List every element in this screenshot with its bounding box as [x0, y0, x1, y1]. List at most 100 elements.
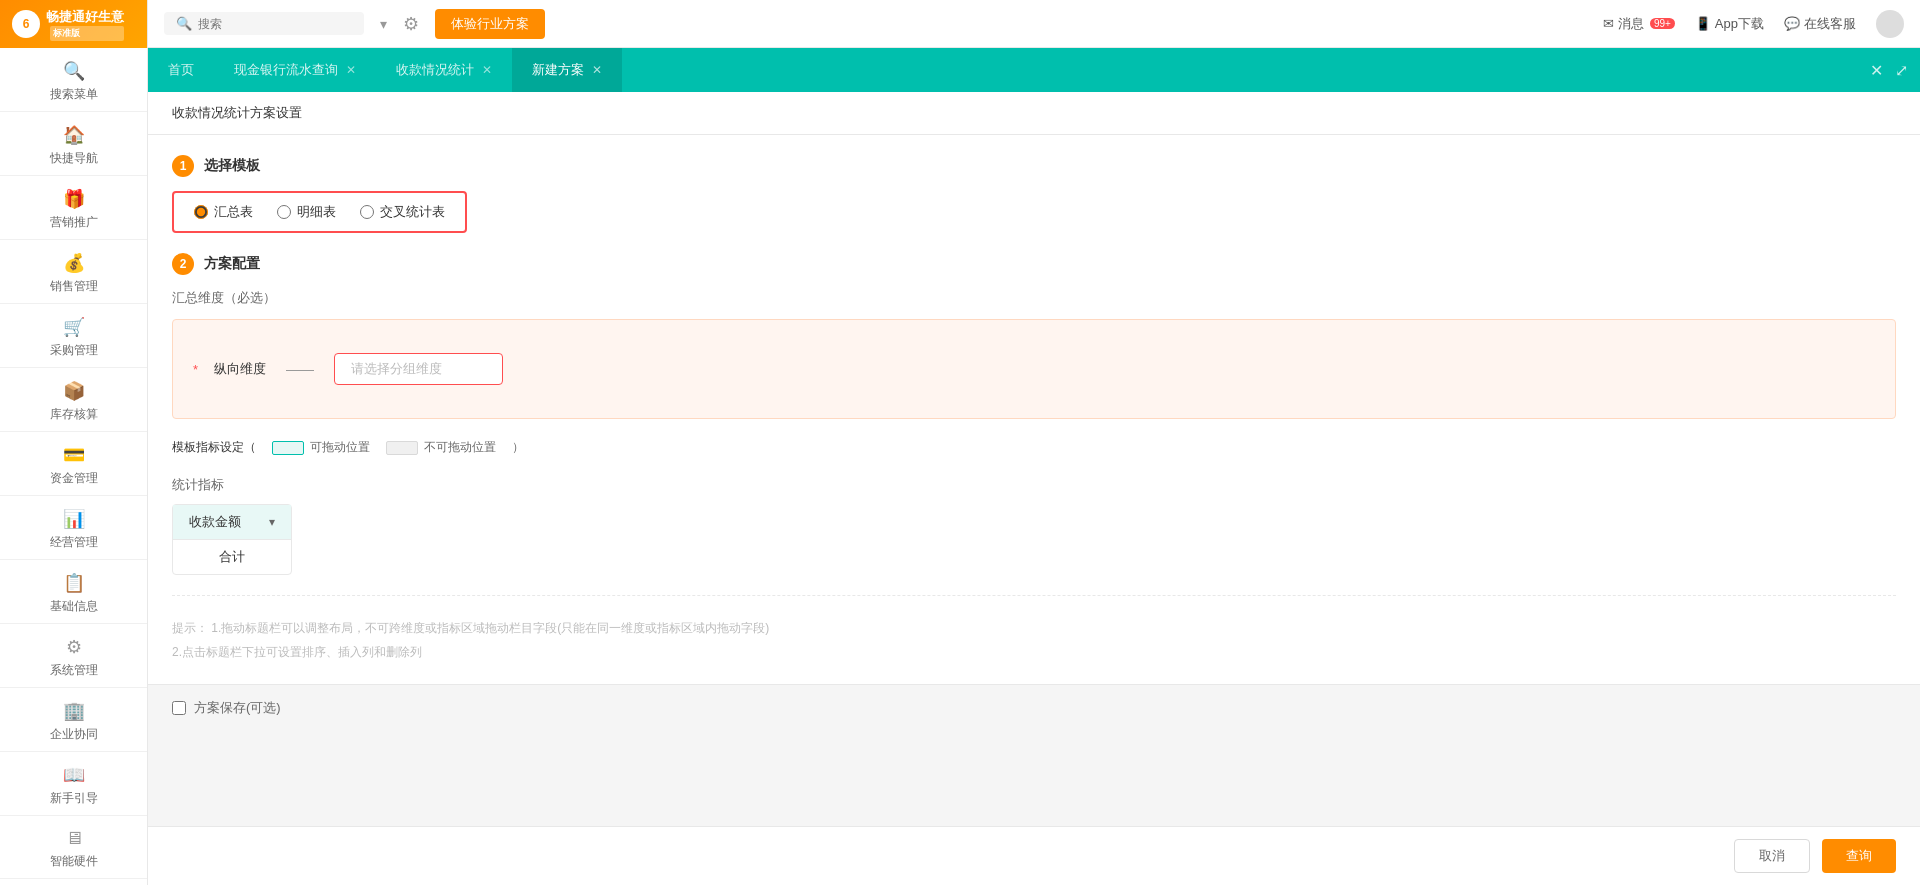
footer-bar: 取消 查询: [148, 826, 1920, 885]
radio-detail[interactable]: 明细表: [277, 203, 336, 221]
sidebar-item-operations[interactable]: 📊 经营管理: [0, 496, 147, 560]
tab-bank-flow[interactable]: 现金银行流水查询 ✕: [214, 48, 376, 92]
step2-label: 2 方案配置: [172, 253, 1896, 275]
sidebar-item-basic-info[interactable]: 📋 基础信息: [0, 560, 147, 624]
metrics-header: 收款金额 ▾: [173, 505, 291, 540]
system-icon: ⚙: [66, 636, 82, 658]
content-area: 1 选择模板 汇总表 明细表 交叉统计表: [148, 135, 1920, 684]
sidebar: 6 畅捷通好生意 标准版 🔍 搜索菜单 🏠 快捷导航 🎁 营销推广 💰 销售管理…: [0, 0, 148, 885]
sidebar-item-finance[interactable]: 💳 资金管理: [0, 432, 147, 496]
sidebar-item-sales[interactable]: 💰 销售管理: [0, 240, 147, 304]
tips-area: 提示： 1.拖动标题栏可以调整布局，不可跨维度或指标区域拖动栏目字段(只能在同一…: [172, 595, 1896, 664]
tabbar: 首页 现金银行流水查询 ✕ 收款情况统计 ✕ 新建方案 ✕ ✕ ⤢: [148, 48, 1920, 92]
step2-section: 2 方案配置 汇总维度（必选） * 纵向维度 —— 请选择分组维度: [172, 253, 1896, 664]
sidebar-item-system[interactable]: ⚙ 系统管理: [0, 624, 147, 688]
sidebar-nav: 🔍 搜索菜单 🏠 快捷导航 🎁 营销推广 💰 销售管理 🛒 采购管理 📦 库存核…: [0, 48, 147, 885]
sidebar-item-label: 搜索菜单: [50, 86, 98, 103]
tab-collection-stat[interactable]: 收款情况统计 ✕: [376, 48, 512, 92]
inventory-icon: 📦: [63, 380, 85, 402]
app-logo: 6 畅捷通好生意 标准版: [0, 0, 147, 48]
radio-detail-input[interactable]: [277, 205, 291, 219]
industry-btn[interactable]: 体验行业方案: [435, 9, 545, 39]
message-btn[interactable]: ✉ 消息 99+: [1603, 15, 1675, 33]
search-icon: 🔍: [176, 16, 192, 31]
service-icon: 💬: [1784, 16, 1800, 31]
tab-close-bank-flow[interactable]: ✕: [346, 63, 356, 77]
dimension-selector[interactable]: 请选择分组维度: [334, 353, 503, 385]
sidebar-item-label: 新手引导: [50, 790, 98, 807]
search-box[interactable]: 🔍: [164, 12, 364, 35]
radio-summary-input[interactable]: [194, 205, 208, 219]
sidebar-item-guide[interactable]: 📖 新手引导: [0, 752, 147, 816]
step2-title: 方案配置: [204, 255, 260, 273]
sidebar-item-label: 经营管理: [50, 534, 98, 551]
sidebar-item-label: 资金管理: [50, 470, 98, 487]
draggable-legend-box: [272, 441, 304, 455]
sidebar-item-purchase[interactable]: 🛒 采购管理: [0, 304, 147, 368]
arrow: ——: [286, 361, 314, 377]
step1-section: 1 选择模板 汇总表 明细表 交叉统计表: [172, 155, 1896, 233]
topbar: 🔍 ▾ ⚙ 体验行业方案 ✉ 消息 99+ 📱 App下载 💬 在线客服: [148, 0, 1920, 48]
template-selector: 汇总表 明细表 交叉统计表: [172, 191, 467, 233]
step1-number: 1: [172, 155, 194, 177]
dimension-row: * 纵向维度 —— 请选择分组维度: [193, 353, 503, 385]
metrics-table: 收款金额 ▾ 合计: [172, 504, 292, 575]
download-btn[interactable]: 📱 App下载: [1695, 15, 1764, 33]
dropdown-button[interactable]: ▾: [380, 16, 387, 32]
legend-draggable: 可拖动位置: [272, 439, 370, 456]
sidebar-item-smart-hw[interactable]: 🖥 智能硬件: [0, 816, 147, 879]
search-input[interactable]: [198, 17, 338, 31]
close-window-icon[interactable]: ✕: [1870, 61, 1883, 80]
page-content: 收款情况统计方案设置 1 选择模板 汇总表 明细表: [148, 92, 1920, 826]
sidebar-item-label: 营销推广: [50, 214, 98, 231]
search-menu-icon: 🔍: [63, 60, 85, 82]
main-area: 🔍 ▾ ⚙ 体验行业方案 ✉ 消息 99+ 📱 App下载 💬 在线客服: [148, 0, 1920, 885]
cancel-button[interactable]: 取消: [1734, 839, 1810, 873]
sidebar-item-label: 采购管理: [50, 342, 98, 359]
sidebar-item-wechat[interactable]: 💬 企业微信: [0, 879, 147, 885]
operations-icon: 📊: [63, 508, 85, 530]
breadcrumb: 收款情况统计方案设置: [172, 105, 302, 120]
tab-close-new-plan[interactable]: ✕: [592, 63, 602, 77]
guide-icon: 📖: [63, 764, 85, 786]
gear-icon[interactable]: ⚙: [403, 13, 419, 35]
query-button[interactable]: 查询: [1822, 839, 1896, 873]
tab-close-collection-stat[interactable]: ✕: [482, 63, 492, 77]
required-star: *: [193, 362, 198, 377]
maximize-icon[interactable]: ⤢: [1895, 61, 1908, 80]
logo-icon: 6: [12, 10, 40, 38]
sidebar-item-marketing[interactable]: 🎁 营销推广: [0, 176, 147, 240]
radio-summary[interactable]: 汇总表: [194, 203, 253, 221]
metrics-section-label: 统计指标: [172, 476, 1896, 494]
sidebar-item-enterprise[interactable]: 🏢 企业协同: [0, 688, 147, 752]
sidebar-item-label: 快捷导航: [50, 150, 98, 167]
save-option: 方案保存(可选): [148, 684, 1920, 731]
tab-new-plan[interactable]: 新建方案 ✕: [512, 48, 622, 92]
tabbar-controls: ✕ ⤢: [1858, 48, 1920, 92]
message-icon: ✉: [1603, 16, 1614, 31]
enterprise-icon: 🏢: [63, 700, 85, 722]
radio-cross-input[interactable]: [360, 205, 374, 219]
radio-cross[interactable]: 交叉统计表: [360, 203, 445, 221]
message-badge: 99+: [1650, 18, 1675, 29]
vertical-dimension-label: 纵向维度: [214, 360, 266, 378]
step1-label: 1 选择模板: [172, 155, 1896, 177]
user-avatar[interactable]: [1876, 10, 1904, 38]
smart-hw-icon: 🖥: [65, 828, 83, 849]
sidebar-item-quick-nav[interactable]: 🏠 快捷导航: [0, 112, 147, 176]
static-legend-box: [386, 441, 418, 455]
service-btn[interactable]: 💬 在线客服: [1784, 15, 1856, 33]
metrics-chevron[interactable]: ▾: [269, 515, 275, 529]
tips-line1: 提示： 1.拖动标题栏可以调整布局，不可跨维度或指标区域拖动栏目字段(只能在同一…: [172, 616, 1896, 640]
tab-home[interactable]: 首页: [148, 48, 214, 92]
metrics-legend: 模板指标设定（ 可拖动位置 不可拖动位置 ）: [172, 439, 1896, 456]
sidebar-item-inventory[interactable]: 📦 库存核算: [0, 368, 147, 432]
save-checkbox[interactable]: [172, 701, 186, 715]
marketing-icon: 🎁: [63, 188, 85, 210]
sales-icon: 💰: [63, 252, 85, 274]
step2-number: 2: [172, 253, 194, 275]
topbar-right: ✉ 消息 99+ 📱 App下载 💬 在线客服: [1603, 10, 1904, 38]
metrics-section: 统计指标 收款金额 ▾ 合计: [172, 476, 1896, 575]
sidebar-item-search-menu[interactable]: 🔍 搜索菜单: [0, 48, 147, 112]
step1-title: 选择模板: [204, 157, 260, 175]
